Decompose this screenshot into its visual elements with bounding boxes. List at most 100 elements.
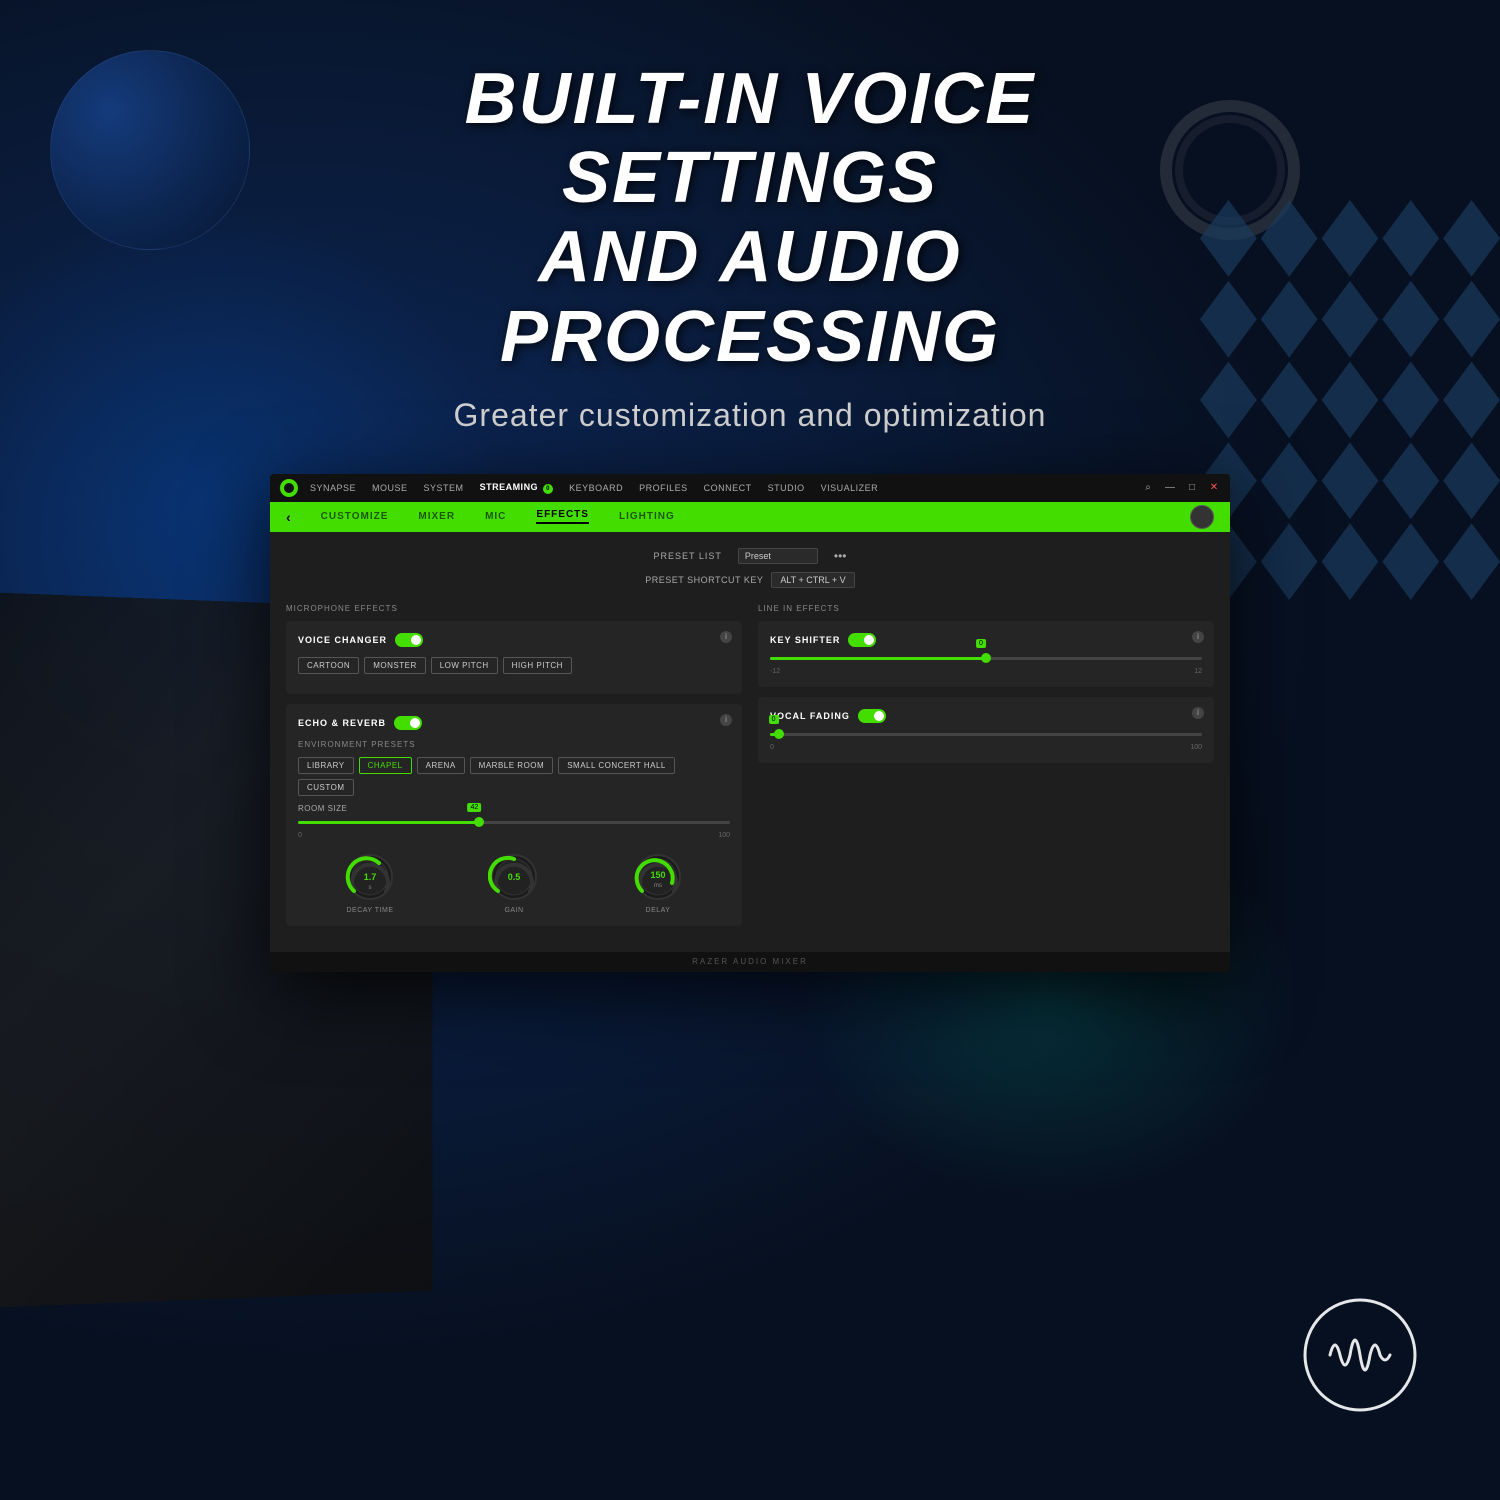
echo-reverb-toggle-knob <box>410 718 420 728</box>
key-shifter-fill <box>770 657 986 660</box>
preset-list-label: PRESET LIST <box>654 551 722 561</box>
svg-text:s: s <box>369 885 372 891</box>
voice-monster-btn[interactable]: MONSTER <box>364 657 426 674</box>
decay-time-knob-item: 1.7 s DECAY TIME <box>344 851 396 914</box>
streaming-badge: 0 <box>543 484 553 494</box>
svg-text:0.5: 0.5 <box>508 872 521 882</box>
env-presets-label: ENVIRONMENT PRESETS <box>298 740 730 749</box>
voice-highpitch-btn[interactable]: HIGH PITCH <box>503 657 572 674</box>
gain-knob-svg: 0.5 <box>488 851 540 903</box>
title-bar: SYNAPSE MOUSE SYSTEM STREAMING 0 KEYBOAR… <box>270 474 1230 502</box>
room-size-container: ROOM SIZE 42 0 100 <box>298 804 730 839</box>
tab-mixer[interactable]: MIXER <box>418 511 455 522</box>
nav-profiles[interactable]: PROFILES <box>639 483 688 493</box>
key-shifter-track[interactable]: 0 <box>770 657 1202 660</box>
nav-mouse[interactable]: MOUSE <box>372 483 408 493</box>
tab-effects[interactable]: EFFECTS <box>536 509 589 524</box>
key-shifter-info-icon[interactable]: i <box>1192 631 1204 643</box>
nav-streaming[interactable]: STREAMING 0 <box>480 482 554 494</box>
key-shifter-toggle[interactable] <box>848 633 876 647</box>
voice-changer-toggle-knob <box>411 635 421 645</box>
voice-changer-header: VOICE CHANGER <box>298 633 730 647</box>
env-library-btn[interactable]: LIBRARY <box>298 757 354 774</box>
room-size-fill <box>298 821 479 824</box>
vocal-fading-header: VOCAL FADING <box>770 709 1202 723</box>
echo-reverb-card: ECHO & REVERB ENVIRONMENT PRESETS LIBRAR… <box>286 704 742 926</box>
preset-more-button[interactable]: ••• <box>834 549 847 563</box>
vocal-fading-track[interactable]: 0 <box>770 733 1202 736</box>
vocal-fading-toggle-knob <box>874 711 884 721</box>
close-button[interactable]: ✕ <box>1208 482 1220 494</box>
gain-knob-item: 0.5 GAIN <box>488 851 540 914</box>
room-size-min: 0 <box>298 832 302 839</box>
env-concert-btn[interactable]: SMALL CONCERT HALL <box>558 757 675 774</box>
gain-label: GAIN <box>504 907 523 914</box>
nav-synapse[interactable]: SYNAPSE <box>310 483 356 493</box>
key-shifter-range: -12 12 <box>770 668 1202 675</box>
voice-cartoon-btn[interactable]: CARTOON <box>298 657 359 674</box>
room-size-thumb[interactable]: 42 <box>474 817 484 827</box>
tab-mic[interactable]: MIC <box>485 511 506 522</box>
delay-knob[interactable]: 150 ms <box>632 851 684 903</box>
room-size-track[interactable]: 42 <box>298 821 730 824</box>
shortcut-key-value: ALT + CTRL + V <box>771 572 854 588</box>
voice-changer-toggle[interactable] <box>395 633 423 647</box>
search-icon[interactable]: ⌕ <box>1142 482 1154 494</box>
hero-subtitle: Greater customization and optimization <box>454 397 1047 434</box>
user-avatar[interactable] <box>1190 505 1214 529</box>
effects-content: PRESET LIST Preset ••• PRESET SHORTCUT K… <box>270 532 1230 952</box>
tab-back-button[interactable]: ‹ <box>286 509 291 525</box>
line-in-effects-col: LINE IN EFFECTS KEY SHIFTER <box>758 604 1214 936</box>
delay-label: DELAY <box>646 907 671 914</box>
main-content: BUILT-IN VOICE SETTINGS AND AUDIO PROCES… <box>0 0 1500 972</box>
env-marble-btn[interactable]: MARBLE ROOM <box>470 757 554 774</box>
line-in-effects-label: LINE IN EFFECTS <box>758 604 1214 613</box>
microphone-effects-col: MICROPHONE EFFECTS VOICE CHANGER CARTOON <box>286 604 742 936</box>
nav-visualizer[interactable]: VISUALIZER <box>821 483 879 493</box>
room-size-label: ROOM SIZE <box>298 804 730 813</box>
vocal-fading-max: 100 <box>1190 744 1202 751</box>
vocal-fading-title: VOCAL FADING <box>770 711 850 721</box>
echo-reverb-toggle[interactable] <box>394 716 422 730</box>
vocal-fading-value-bubble: 0 <box>769 715 779 724</box>
decay-time-knob[interactable]: 1.7 s <box>344 851 396 903</box>
voice-changer-info-icon[interactable]: i <box>720 631 732 643</box>
maximize-button[interactable]: □ <box>1186 482 1198 494</box>
minimize-button[interactable]: — <box>1164 482 1176 494</box>
tab-lighting[interactable]: LIGHTING <box>619 511 675 522</box>
env-chapel-btn[interactable]: CHAPEL <box>359 757 412 774</box>
tab-bar: ‹ CUSTOMIZE MIXER MIC EFFECTS LIGHTING <box>270 502 1230 532</box>
vocal-fading-thumb[interactable]: 0 <box>774 729 784 739</box>
key-shifter-header: KEY SHIFTER <box>770 633 1202 647</box>
echo-reverb-header: ECHO & REVERB <box>298 716 730 730</box>
gain-knob[interactable]: 0.5 <box>488 851 540 903</box>
nav-studio[interactable]: STUDIO <box>768 483 805 493</box>
tab-customize[interactable]: CUSTOMIZE <box>321 511 389 522</box>
voice-lowpitch-btn[interactable]: LOW PITCH <box>431 657 498 674</box>
knobs-row: 1.7 s DECAY TIME <box>298 851 730 914</box>
effects-grid: MICROPHONE EFFECTS VOICE CHANGER CARTOON <box>286 604 1214 936</box>
key-shifter-min: -12 <box>770 668 780 675</box>
echo-reverb-info-icon[interactable]: i <box>720 714 732 726</box>
preset-dropdown[interactable]: Preset <box>738 548 818 564</box>
env-custom-btn[interactable]: CUSTOM <box>298 779 354 796</box>
preset-bar: PRESET LIST Preset ••• <box>286 548 1214 564</box>
app-window: SYNAPSE MOUSE SYSTEM STREAMING 0 KEYBOAR… <box>270 474 1230 972</box>
room-size-range: 0 100 <box>298 832 730 839</box>
key-shifter-max: 12 <box>1194 668 1202 675</box>
nav-keyboard[interactable]: KEYBOARD <box>569 483 623 493</box>
vocal-fading-range: 0 100 <box>770 744 1202 751</box>
vocal-fading-info-icon[interactable]: i <box>1192 707 1204 719</box>
env-presets-buttons: LIBRARY CHAPEL ARENA MARBLE ROOM SMALL C… <box>298 757 730 796</box>
brand-logo-svg <box>1300 1295 1420 1415</box>
room-size-value-bubble: 42 <box>468 803 482 812</box>
env-arena-btn[interactable]: ARENA <box>417 757 465 774</box>
nav-system[interactable]: SYSTEM <box>424 483 464 493</box>
vocal-fading-toggle[interactable] <box>858 709 886 723</box>
key-shifter-title: KEY SHIFTER <box>770 635 840 645</box>
microphone-effects-label: MICROPHONE EFFECTS <box>286 604 742 613</box>
shortcut-key-label: PRESET SHORTCUT KEY <box>645 575 763 585</box>
nav-connect[interactable]: CONNECT <box>704 483 752 493</box>
key-shifter-thumb[interactable]: 0 <box>981 653 991 663</box>
delay-knob-svg: 150 ms <box>632 851 684 903</box>
